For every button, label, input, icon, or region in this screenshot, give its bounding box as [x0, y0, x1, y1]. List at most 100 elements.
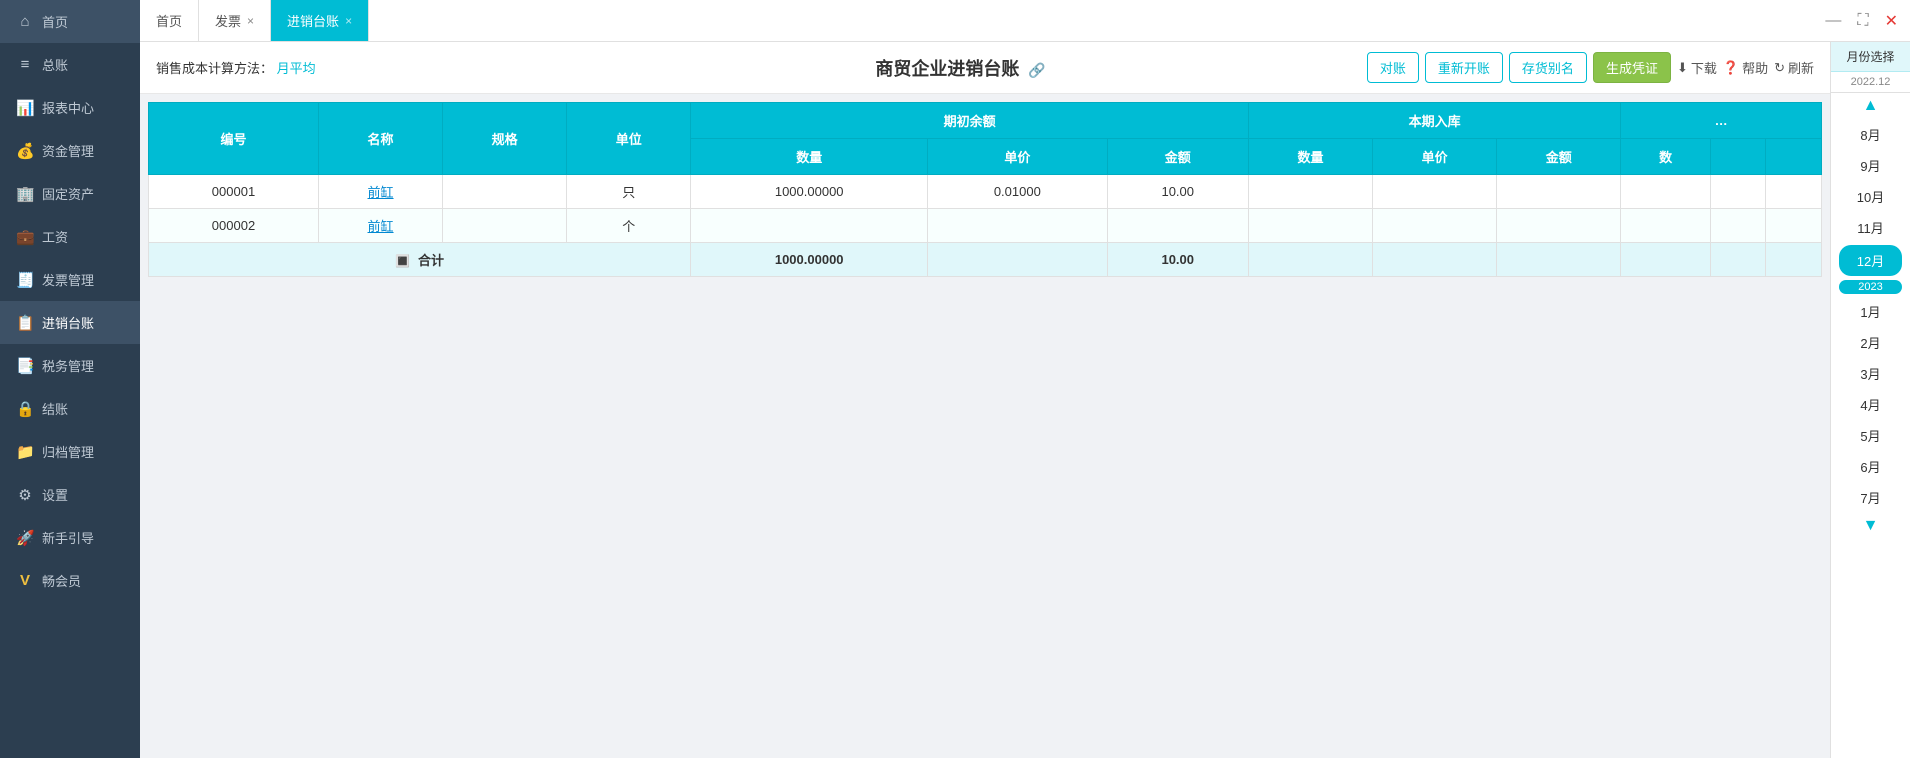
maximize-button[interactable]: ⛶ [1853, 9, 1872, 33]
col-header-in: 本期入库 [1248, 103, 1620, 139]
sidebar-item-label: 固定资产 [42, 184, 94, 203]
sidebar-item-member[interactable]: V 畅会员 [0, 559, 140, 602]
sidebar-item-label: 设置 [42, 485, 68, 504]
month-item-aug-2022[interactable]: 8月 [1831, 119, 1910, 150]
current-year-label: 2022.12 [1831, 72, 1910, 93]
row-extra1 [1621, 209, 1711, 243]
total-label: 🔳 合计 [149, 243, 691, 277]
settings-icon: ⚙ [16, 486, 34, 504]
home-icon: ⌂ [16, 13, 34, 30]
sidebar-item-settings[interactable]: ⚙ 设置 [0, 473, 140, 516]
row-in-unitprice [1373, 209, 1497, 243]
sidebar-item-label: 报表中心 [42, 98, 94, 117]
month-item-dec-2022[interactable]: 12月 [1839, 245, 1902, 276]
minimize-button[interactable]: — [1821, 9, 1845, 33]
month-item-apr-2023[interactable]: 4月 [1831, 389, 1910, 420]
col-header-code: 编号 [149, 103, 319, 175]
sidebar-item-label: 总账 [42, 55, 68, 74]
close-window-button[interactable]: ✕ [1881, 9, 1902, 33]
total-in-unitprice [1373, 243, 1497, 277]
month-item-sep-2022[interactable]: 9月 [1831, 150, 1910, 181]
download-button[interactable]: ⬇ 下载 [1677, 58, 1717, 77]
sidebar-item-reports[interactable]: 📊 报表中心 [0, 86, 140, 129]
sidebar-item-assets[interactable]: 🏢 固定资产 [0, 172, 140, 215]
sidebar-item-home[interactable]: ⌂ 首页 [0, 0, 140, 43]
row-in-qty [1248, 209, 1372, 243]
sidebar-item-trade-ledger[interactable]: 📋 进销台账 [0, 301, 140, 344]
total-in-qty [1248, 243, 1372, 277]
help-button[interactable]: ❓ 帮助 [1723, 58, 1768, 77]
sidebar-item-label: 首页 [42, 12, 68, 31]
month-item-may-2023[interactable]: 5月 [1831, 420, 1910, 451]
total-ob-unitprice [928, 243, 1108, 277]
sidebar-item-close[interactable]: 🔒 结账 [0, 387, 140, 430]
sidebar-item-archive[interactable]: 📁 归档管理 [0, 430, 140, 473]
invoice-icon: 🧾 [16, 271, 34, 289]
tab-home[interactable]: 首页 [140, 0, 199, 41]
sidebar-item-label: 进销台账 [42, 313, 94, 332]
toolbar: 销售成本计算方法： 月平均 商贸企业进销台账 🔗 对账 重新开账 存货别名 生成… [140, 42, 1830, 94]
row-ob-amount [1107, 209, 1248, 243]
sidebar-item-guide[interactable]: 🚀 新手引导 [0, 516, 140, 559]
archive-icon: 📁 [16, 443, 34, 461]
row-in-unitprice [1373, 175, 1497, 209]
col-sub-in-unitprice: 单价 [1373, 139, 1497, 175]
total-extra2 [1711, 243, 1766, 277]
tab-bar: 首页 发票 × 进销台账 × — ⛶ ✕ [140, 0, 1910, 42]
row-name: 前缸 [318, 175, 442, 209]
page-title: 商贸企业进销台账 🔗 [562, 55, 1359, 81]
title-link-icon[interactable]: 🔗 [1028, 62, 1045, 78]
month-scroll-up[interactable]: ▲ [1831, 93, 1910, 119]
refresh-button[interactable]: ↻ 刷新 [1774, 58, 1814, 77]
sidebar-item-funds[interactable]: 💰 资金管理 [0, 129, 140, 172]
col-sub-in-qty: 数量 [1248, 139, 1372, 175]
content-area: 销售成本计算方法： 月平均 商贸企业进销台账 🔗 对账 重新开账 存货别名 生成… [140, 42, 1910, 758]
col-header-extra: … [1621, 103, 1822, 139]
reopen-button[interactable]: 重新开账 [1425, 52, 1503, 83]
col-sub-ob-unitprice: 单价 [928, 139, 1108, 175]
col-sub-in-amount: 金额 [1497, 139, 1621, 175]
month-item-jul-2023[interactable]: 7月 [1831, 482, 1910, 513]
row-in-amount [1497, 209, 1621, 243]
sidebar-item-ledger[interactable]: ≡ 总账 [0, 43, 140, 86]
toolbar-buttons: 对账 重新开账 存货别名 生成凭证 ⬇ 下载 ❓ 帮助 ↻ 刷新 [1367, 52, 1814, 83]
row-ob-qty: 1000.00000 [691, 175, 928, 209]
tab-trade-ledger-close[interactable]: × [345, 14, 352, 28]
cost-method-info: 销售成本计算方法： 月平均 [156, 58, 554, 77]
month-scroll-down[interactable]: ▼ [1831, 513, 1910, 539]
row-ob-qty [691, 209, 928, 243]
generate-voucher-button[interactable]: 生成凭证 [1593, 52, 1671, 83]
row-ob-unitprice: 0.01000 [928, 175, 1108, 209]
tab-trade-ledger[interactable]: 进销台账 × [271, 0, 369, 41]
row-ob-amount: 10.00 [1107, 175, 1248, 209]
reconcile-button[interactable]: 对账 [1367, 52, 1419, 83]
month-selector-panel: 月份选择 2022.12 ▲ 8月 9月 10月 11月 12月 2023 1月… [1830, 42, 1910, 758]
cost-method-value: 月平均 [277, 61, 316, 76]
total-ob-qty: 1000.00000 [691, 243, 928, 277]
total-row: 🔳 合计 1000.00000 10.00 [149, 243, 1822, 277]
sidebar-item-invoice-mgmt[interactable]: 🧾 发票管理 [0, 258, 140, 301]
sidebar-item-tax[interactable]: 📑 税务管理 [0, 344, 140, 387]
month-item-nov-2022[interactable]: 11月 [1831, 212, 1910, 243]
row-in-qty [1248, 175, 1372, 209]
row-ob-unitprice [928, 209, 1108, 243]
payroll-icon: 💼 [16, 228, 34, 246]
ledger-icon: ≡ [16, 56, 34, 73]
tab-invoice-close[interactable]: × [247, 14, 254, 28]
month-item-mar-2023[interactable]: 3月 [1831, 358, 1910, 389]
row-extra3 [1766, 209, 1822, 243]
sidebar-item-payroll[interactable]: 💼 工资 [0, 215, 140, 258]
sidebar-item-label: 归档管理 [42, 442, 94, 461]
month-item-jan-2023[interactable]: 1月 [1831, 296, 1910, 327]
month-item-feb-2023[interactable]: 2月 [1831, 327, 1910, 358]
month-item-oct-2022[interactable]: 10月 [1831, 181, 1910, 212]
month-panel-title: 月份选择 [1831, 42, 1910, 72]
month-item-jun-2023[interactable]: 6月 [1831, 451, 1910, 482]
col-header-unit: 单位 [567, 103, 691, 175]
refresh-icon: ↻ [1774, 60, 1785, 76]
save-alias-button[interactable]: 存货别名 [1509, 52, 1587, 83]
download-icon: ⬇ [1677, 60, 1688, 76]
tab-invoice[interactable]: 发票 × [199, 0, 271, 41]
row-extra2 [1711, 209, 1766, 243]
sidebar-item-label: 资金管理 [42, 141, 94, 160]
